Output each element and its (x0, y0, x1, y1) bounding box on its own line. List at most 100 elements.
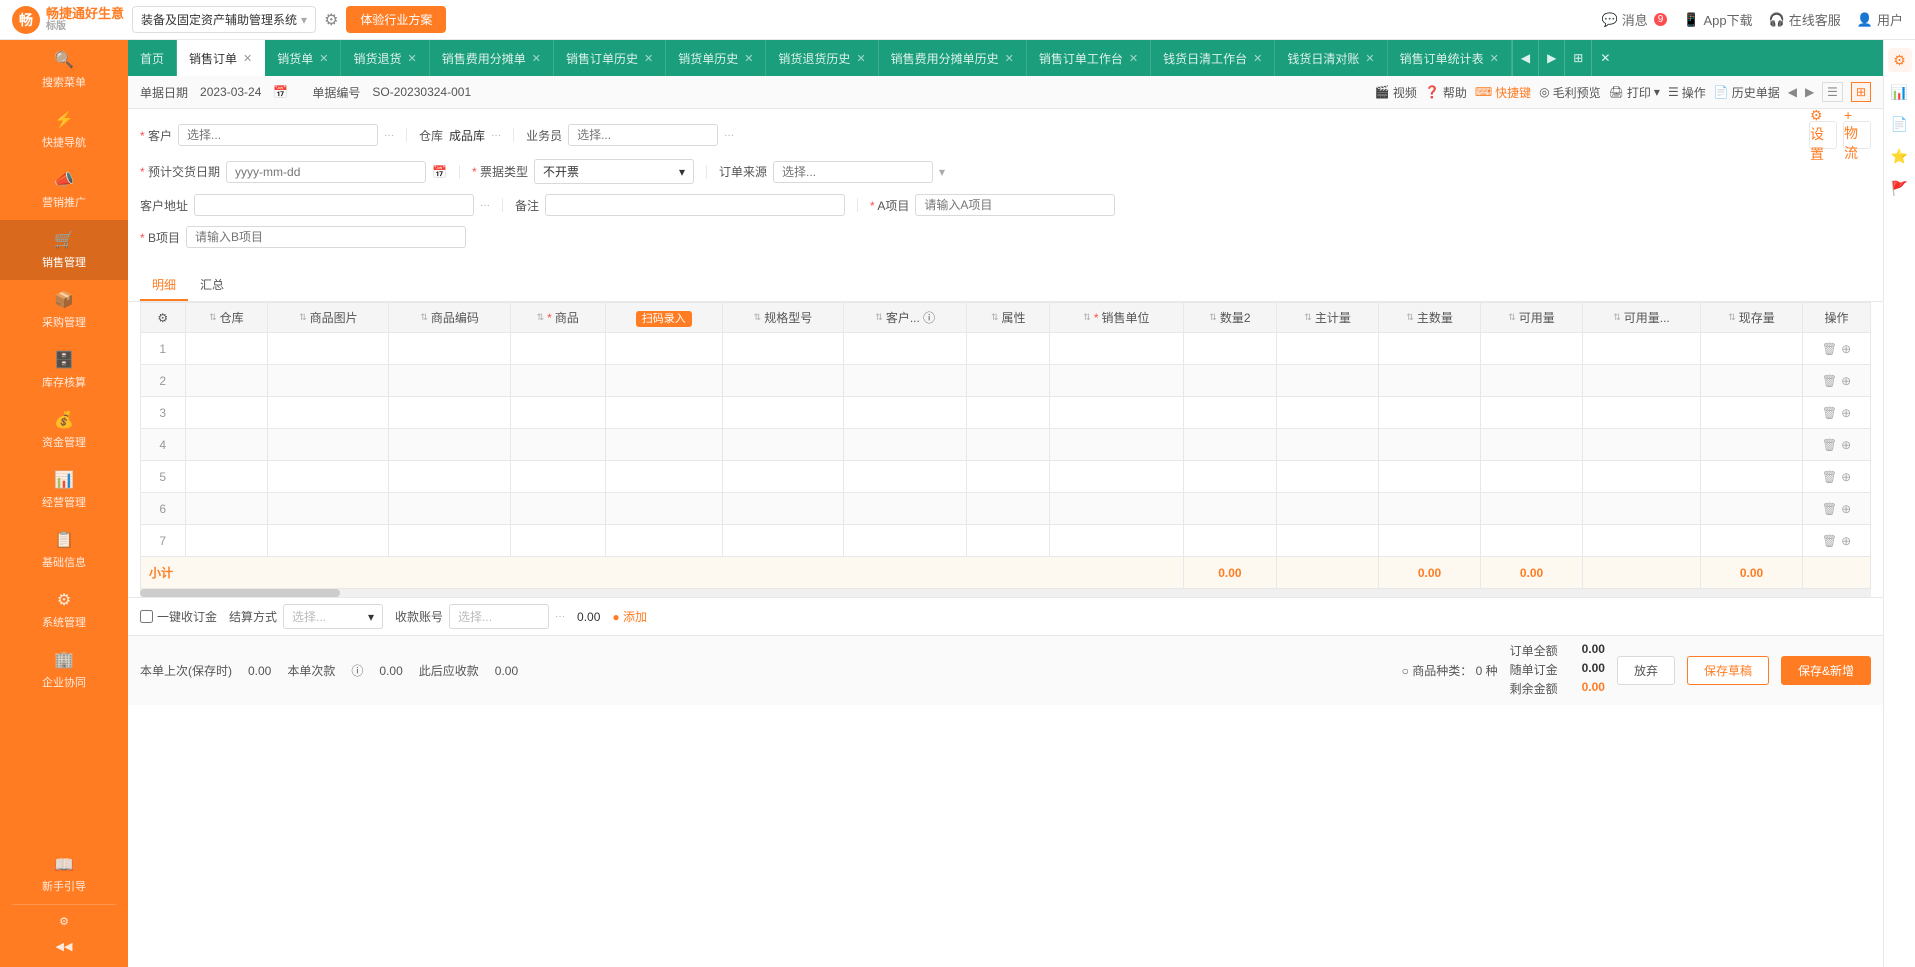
quick-payment-check[interactable] (140, 610, 153, 623)
add-link[interactable]: ● 添加 (612, 608, 647, 625)
tab-daily-workbench[interactable]: 钱货日清工作台 ✕ (1151, 40, 1275, 76)
table-row-6-col-13[interactable] (1481, 493, 1583, 525)
row-delete-2[interactable]: 🗑 (1822, 374, 1837, 388)
table-row-4-col-8[interactable] (967, 429, 1050, 461)
table-row-3-col-15[interactable] (1701, 397, 1803, 429)
table-row-6-col-3[interactable] (389, 493, 510, 525)
table-row-1-col-9[interactable] (1050, 333, 1184, 365)
col-spec[interactable]: ⇅规格型号 (722, 303, 843, 333)
table-row-1-col-4[interactable] (510, 333, 605, 365)
row-delete-3[interactable]: 🗑 (1822, 406, 1837, 420)
horizontal-scrollbar[interactable] (140, 589, 1871, 597)
row-copy-5[interactable]: ⊕ (1841, 470, 1851, 484)
row-copy-2[interactable]: ⊕ (1841, 374, 1851, 388)
table-row-4-col-4[interactable] (510, 429, 605, 461)
table-row-3-col-9[interactable] (1050, 397, 1184, 429)
col-main-unit[interactable]: ⇅主计量 (1277, 303, 1379, 333)
table-row-3-col-11[interactable] (1277, 397, 1379, 429)
table-row-2-col-8[interactable] (967, 365, 1050, 397)
nav-prev-record[interactable]: ◀ (1788, 85, 1797, 99)
app-download-btn[interactable]: 📱 App下载 (1683, 10, 1752, 29)
calendar-icon[interactable]: 📅 (273, 85, 288, 99)
table-row-6-col-5[interactable] (605, 493, 722, 525)
sidebar-item-purchase[interactable]: 📦 采购管理 (0, 280, 128, 340)
b-project-input[interactable] (186, 226, 466, 248)
table-row-5-col-3[interactable] (389, 461, 510, 493)
tab-invoice-history[interactable]: 销货单历史 ✕ (666, 40, 766, 76)
customer-input[interactable] (178, 124, 378, 146)
table-row-4-col-2[interactable] (268, 429, 389, 461)
tab-sales-order-history[interactable]: 销售订单历史 ✕ (554, 40, 666, 76)
save-new-button[interactable]: 保存&新增 (1781, 656, 1871, 685)
sidebar-item-sales[interactable]: 🛒 销售管理 (0, 220, 128, 280)
table-row-2-col-13[interactable] (1481, 365, 1583, 397)
table-row-6-col-11[interactable] (1277, 493, 1379, 525)
table-row-3-col-4[interactable] (510, 397, 605, 429)
tab-expense-history[interactable]: 销售费用分摊单历史 ✕ (879, 40, 1027, 76)
table-row-5-col-11[interactable] (1277, 461, 1379, 493)
help-btn[interactable]: ❓ 帮助 (1425, 84, 1467, 101)
user-avatar[interactable]: 👤 用户 (1857, 10, 1903, 29)
col-product-image[interactable]: ⇅商品图片 (268, 303, 389, 333)
tab-invoice-history-close[interactable]: ✕ (744, 52, 753, 65)
col-available[interactable]: ⇅可用量 (1481, 303, 1583, 333)
table-row-1-col-6[interactable] (722, 333, 843, 365)
order-source-input[interactable] (773, 161, 933, 183)
tab-sales-return-close[interactable]: ✕ (408, 52, 417, 65)
col-attribute[interactable]: ⇅属性 (967, 303, 1050, 333)
table-row-3-col-7[interactable] (844, 397, 967, 429)
sidebar-item-inventory[interactable]: 🗄️ 库存核算 (0, 340, 128, 400)
col-stock[interactable]: ⇅现存量 (1701, 303, 1803, 333)
table-row-1-col-1[interactable] (185, 333, 268, 365)
salesperson-dots[interactable]: ··· (724, 130, 734, 141)
table-row-4-col-13[interactable] (1481, 429, 1583, 461)
table-row-7-col-10[interactable] (1183, 525, 1276, 557)
warehouse-dots[interactable]: ··· (491, 130, 501, 141)
tab-nav-next[interactable]: ▶ (1538, 40, 1564, 76)
row-actions-6[interactable]: 🗑⊕ (1802, 493, 1870, 525)
table-row-1-col-7[interactable] (844, 333, 967, 365)
table-row-5-col-14[interactable] (1583, 461, 1701, 493)
col-settings[interactable]: ⚙ (141, 303, 186, 333)
delivery-date-input[interactable] (226, 161, 426, 183)
tab-sales-order-close[interactable]: ✕ (243, 52, 252, 65)
table-row-3-col-2[interactable] (268, 397, 389, 429)
tab-order-workbench-close[interactable]: ✕ (1129, 52, 1138, 65)
table-row-2-col-2[interactable] (268, 365, 389, 397)
table-row-7-col-5[interactable] (605, 525, 722, 557)
sidebar-item-marketing[interactable]: 📣 营销推广 (0, 160, 128, 220)
tab-sales-return[interactable]: 销货退货 ✕ (341, 40, 429, 76)
sidebar-collapse-btn[interactable]: ◀◀ (4, 934, 124, 959)
table-row-1-col-13[interactable] (1481, 333, 1583, 365)
message-icon-group[interactable]: 💬 消息 9 (1602, 10, 1668, 29)
row-actions-2[interactable]: 🗑⊕ (1802, 365, 1870, 397)
row-delete-1[interactable]: 🗑 (1822, 342, 1837, 356)
table-row-3-col-1[interactable] (185, 397, 268, 429)
col-product[interactable]: ⇅*商品 (510, 303, 605, 333)
table-row-5-col-10[interactable] (1183, 461, 1276, 493)
table-tab-summary[interactable]: 汇总 (188, 270, 236, 301)
row-actions-7[interactable]: 🗑⊕ (1802, 525, 1870, 557)
table-row-1-col-3[interactable] (389, 333, 510, 365)
customer-dots[interactable]: ··· (384, 130, 394, 141)
sidebar-item-search[interactable]: 🔍 搜索菜单 (0, 40, 128, 100)
tab-sales-expense[interactable]: 销售费用分摊单 ✕ (430, 40, 554, 76)
add-product-btn[interactable]: + 物流 (1843, 121, 1871, 149)
col-sales-unit[interactable]: ⇅*销售单位 (1050, 303, 1184, 333)
table-row-7-col-8[interactable] (967, 525, 1050, 557)
table-row-3-col-10[interactable] (1183, 397, 1276, 429)
scan-button[interactable]: 扫码录入 (636, 311, 692, 327)
discard-button[interactable]: 放弃 (1617, 656, 1675, 685)
table-row-5-col-13[interactable] (1481, 461, 1583, 493)
row-copy-7[interactable]: ⊕ (1841, 534, 1851, 548)
table-row-7-col-1[interactable] (185, 525, 268, 557)
table-row-4-col-14[interactable] (1583, 429, 1701, 461)
table-row-5-col-15[interactable] (1701, 461, 1803, 493)
table-row-3-col-3[interactable] (389, 397, 510, 429)
tab-return-history[interactable]: 销货退货历史 ✕ (766, 40, 878, 76)
tab-home[interactable]: 首页 (128, 40, 177, 76)
view-btn[interactable]: 🎬 视频 (1375, 84, 1417, 101)
tab-order-report[interactable]: 销售订单统计表 ✕ (1388, 40, 1512, 76)
sidebar-item-guide[interactable]: 📖 新手引导 (4, 849, 124, 900)
table-row-5-col-1[interactable] (185, 461, 268, 493)
